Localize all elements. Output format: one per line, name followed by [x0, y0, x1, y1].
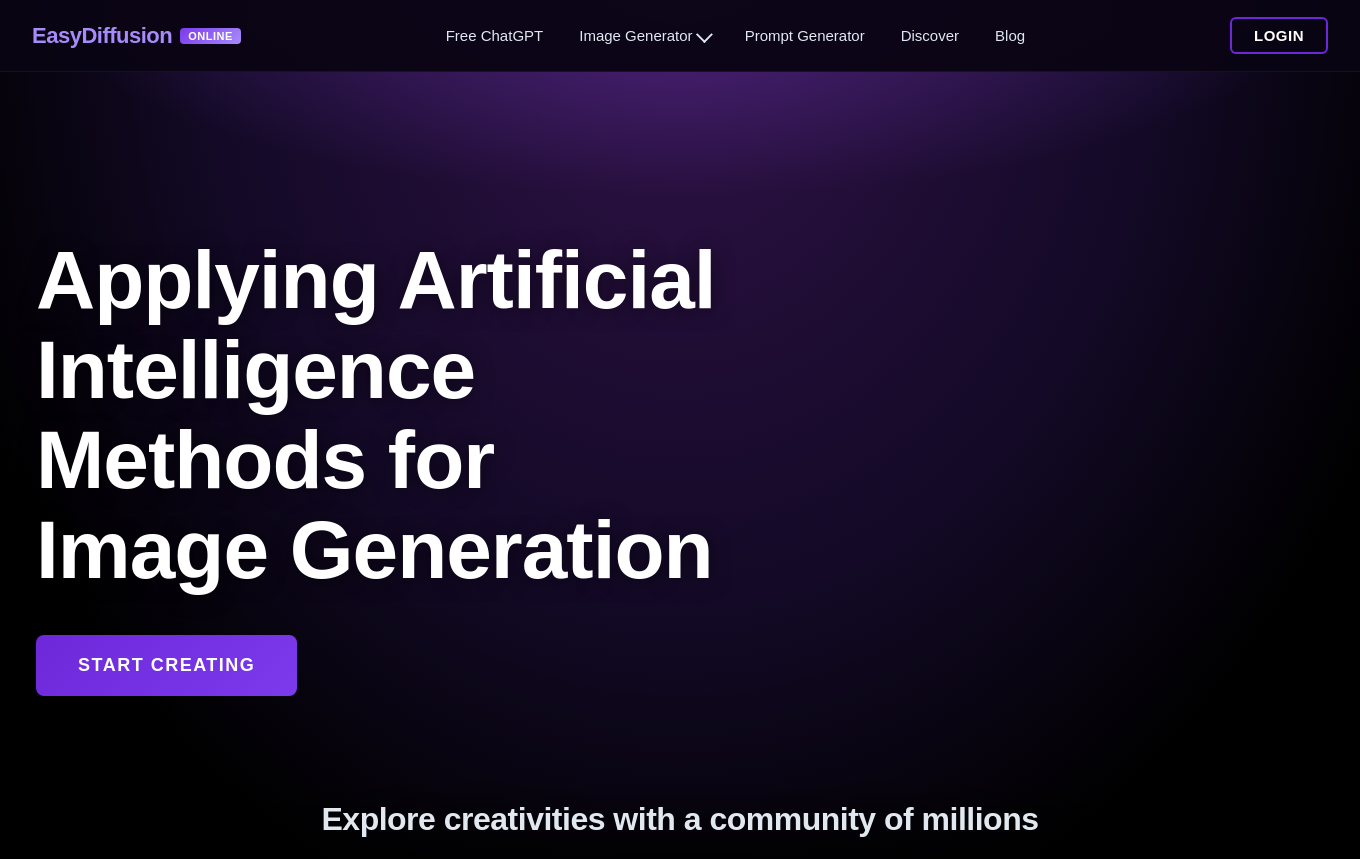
nav-item-discover[interactable]: Discover [901, 27, 959, 45]
nav-link-prompt-generator[interactable]: Prompt Generator [745, 27, 865, 44]
nav-links: Free ChatGPT Image Generator Prompt Gene… [446, 27, 1025, 45]
chevron-down-icon [696, 26, 713, 43]
nav-link-blog[interactable]: Blog [995, 27, 1025, 44]
nav-link-chatgpt[interactable]: Free ChatGPT [446, 27, 544, 44]
navbar: EasyDiffusion Online Free ChatGPT Image … [0, 0, 1360, 72]
hero-title-line4: Image Generation [36, 504, 713, 595]
nav-item-image-generator[interactable]: Image Generator [579, 27, 708, 44]
nav-item-chatgpt[interactable]: Free ChatGPT [446, 27, 544, 45]
logo[interactable]: EasyDiffusion Online [32, 23, 241, 49]
login-button[interactable]: LOGIN [1230, 17, 1328, 54]
nav-link-discover[interactable]: Discover [901, 27, 959, 44]
explore-text: Explore creativities with a community of… [321, 801, 1038, 838]
hero-title-line1: Applying Artificial [36, 234, 716, 325]
hero-title-line3: Methods for [36, 414, 494, 505]
nav-item-blog[interactable]: Blog [995, 27, 1025, 45]
hero-section: Applying Artificial Intelligence Methods… [0, 0, 1360, 859]
start-creating-button[interactable]: START CREATING [36, 635, 297, 696]
nav-item-prompt-generator[interactable]: Prompt Generator [745, 27, 865, 45]
hero-content: Applying Artificial Intelligence Methods… [36, 235, 716, 697]
online-badge: Online [180, 28, 241, 44]
logo-text: EasyDiffusion [32, 23, 172, 49]
hero-title: Applying Artificial Intelligence Methods… [36, 235, 716, 596]
explore-section: Explore creativities with a community of… [0, 779, 1360, 859]
nav-link-image-generator[interactable]: Image Generator [579, 27, 708, 44]
hero-title-line2: Intelligence [36, 324, 475, 415]
